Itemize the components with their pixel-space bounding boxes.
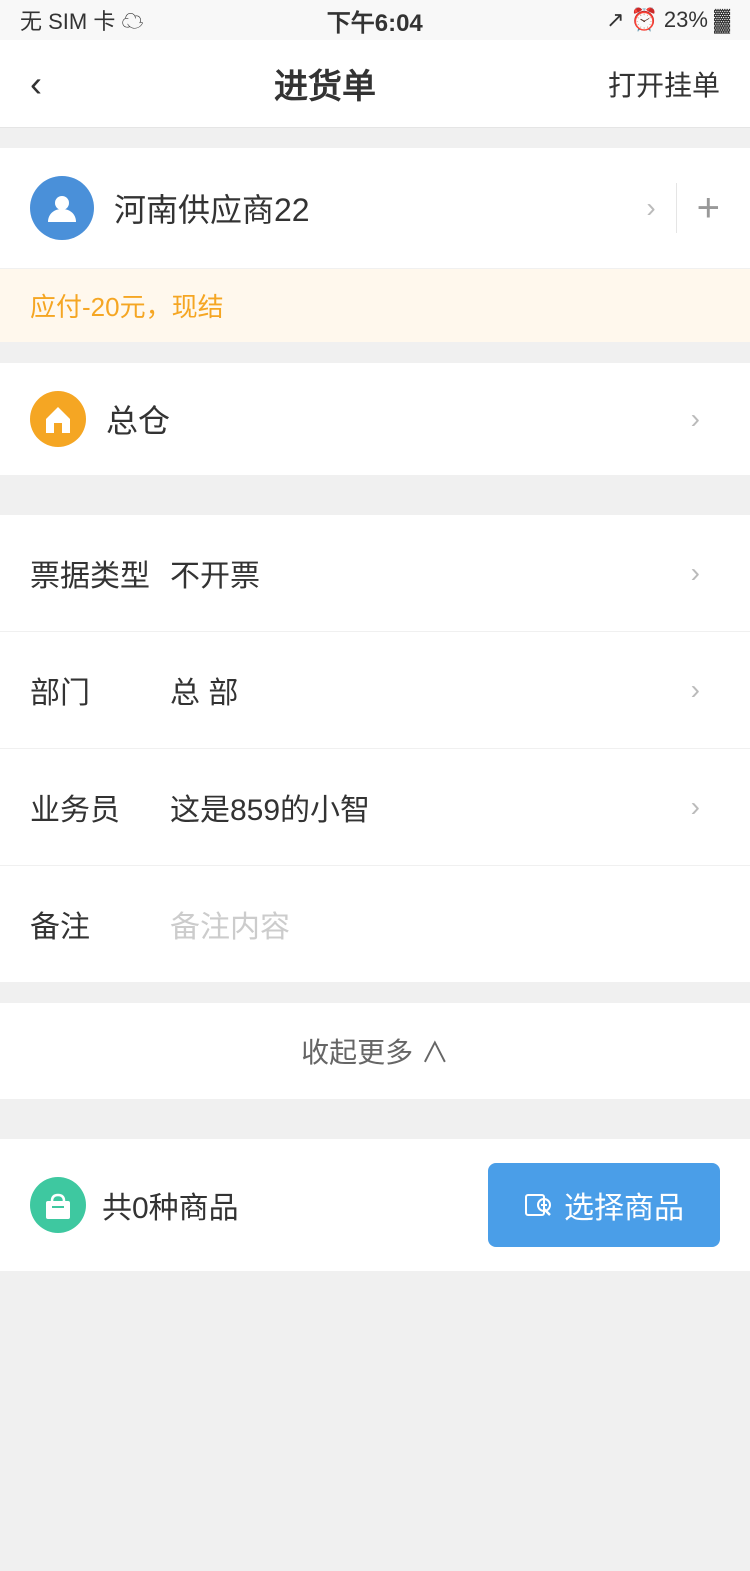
invoice-type-value: 不开票 — [170, 551, 691, 595]
page-title: 进货单 — [274, 59, 376, 108]
supplier-notice: 应付-20元，现结 — [0, 269, 750, 342]
bottom-bar: 共0种商品 选择商品 — [0, 1139, 750, 1271]
salesperson-row[interactable]: 业务员 这是859的小智 › — [0, 749, 750, 866]
collapse-row[interactable]: 收起更多 ∧ — [0, 1002, 750, 1099]
salesperson-value: 这是859的小智 — [170, 785, 691, 829]
status-bar: 无 SIM 卡 ☁ 下午6:04 ↗ ⏰ 23% ▓ — [0, 0, 750, 40]
supplier-section: 河南供应商22 › + 应付-20元，现结 — [0, 148, 750, 342]
add-supplier-button[interactable]: + — [697, 186, 720, 231]
home-icon — [42, 403, 74, 435]
select-product-label: 选择商品 — [564, 1183, 684, 1227]
supplier-chevron-icon: › — [646, 192, 655, 224]
select-product-icon — [524, 1191, 552, 1219]
location-icon: ↗ — [606, 7, 624, 33]
battery-text: 23% — [664, 7, 708, 33]
main-background — [0, 1271, 750, 1571]
open-pending-button[interactable]: 打开挂单 — [608, 64, 720, 104]
invoice-type-label: 票据类型 — [30, 551, 170, 595]
alarm-icon: ⏰ — [631, 7, 658, 33]
department-chevron-icon: › — [691, 674, 700, 706]
remark-label: 备注 — [30, 902, 170, 946]
product-count-area: 共0种商品 — [30, 1177, 239, 1233]
back-button[interactable]: ‹ — [30, 63, 42, 105]
battery-icon: ▓ — [714, 7, 730, 33]
supplier-row[interactable]: 河南供应商22 › + — [0, 148, 750, 269]
invoice-chevron-icon: › — [691, 557, 700, 589]
carrier-text: 无 SIM 卡 ☁ — [20, 4, 143, 36]
divider-bottom — [0, 1099, 750, 1119]
remark-row[interactable]: 备注 备注内容 — [0, 866, 750, 982]
supplier-name: 河南供应商22 — [114, 185, 646, 231]
divider-mid1 — [0, 342, 750, 362]
bag-icon — [42, 1189, 74, 1221]
divider-top — [0, 128, 750, 148]
warehouse-name: 总仓 — [106, 396, 691, 442]
status-right: ↗ ⏰ 23% ▓ — [606, 7, 730, 33]
warehouse-chevron-icon: › — [691, 403, 700, 435]
warehouse-row[interactable]: 总仓 › — [0, 362, 750, 475]
nav-bar: ‹ 进货单 打开挂单 — [0, 40, 750, 128]
collapse-text: 收起更多 ∧ — [301, 1031, 449, 1071]
form-section: 票据类型 不开票 › 部门 总 部 › 业务员 这是859的小智 › 备注 备注… — [0, 515, 750, 982]
divider-mid2 — [0, 475, 750, 495]
status-left: 无 SIM 卡 ☁ — [20, 4, 143, 36]
select-product-button[interactable]: 选择商品 — [488, 1163, 720, 1247]
product-icon — [30, 1177, 86, 1233]
supplier-avatar — [30, 176, 94, 240]
department-value: 总 部 — [170, 668, 691, 712]
product-count-text: 共0种商品 — [102, 1183, 239, 1227]
salesperson-label: 业务员 — [30, 785, 170, 829]
warehouse-section: 总仓 › — [0, 362, 750, 475]
department-label: 部门 — [30, 668, 170, 712]
remark-placeholder: 备注内容 — [170, 902, 720, 946]
salesperson-chevron-icon: › — [691, 791, 700, 823]
status-time: 下午6:04 — [327, 3, 423, 38]
warehouse-icon — [30, 391, 86, 447]
add-divider — [676, 183, 677, 233]
invoice-type-row[interactable]: 票据类型 不开票 › — [0, 515, 750, 632]
department-row[interactable]: 部门 总 部 › — [0, 632, 750, 749]
person-icon — [44, 190, 80, 226]
